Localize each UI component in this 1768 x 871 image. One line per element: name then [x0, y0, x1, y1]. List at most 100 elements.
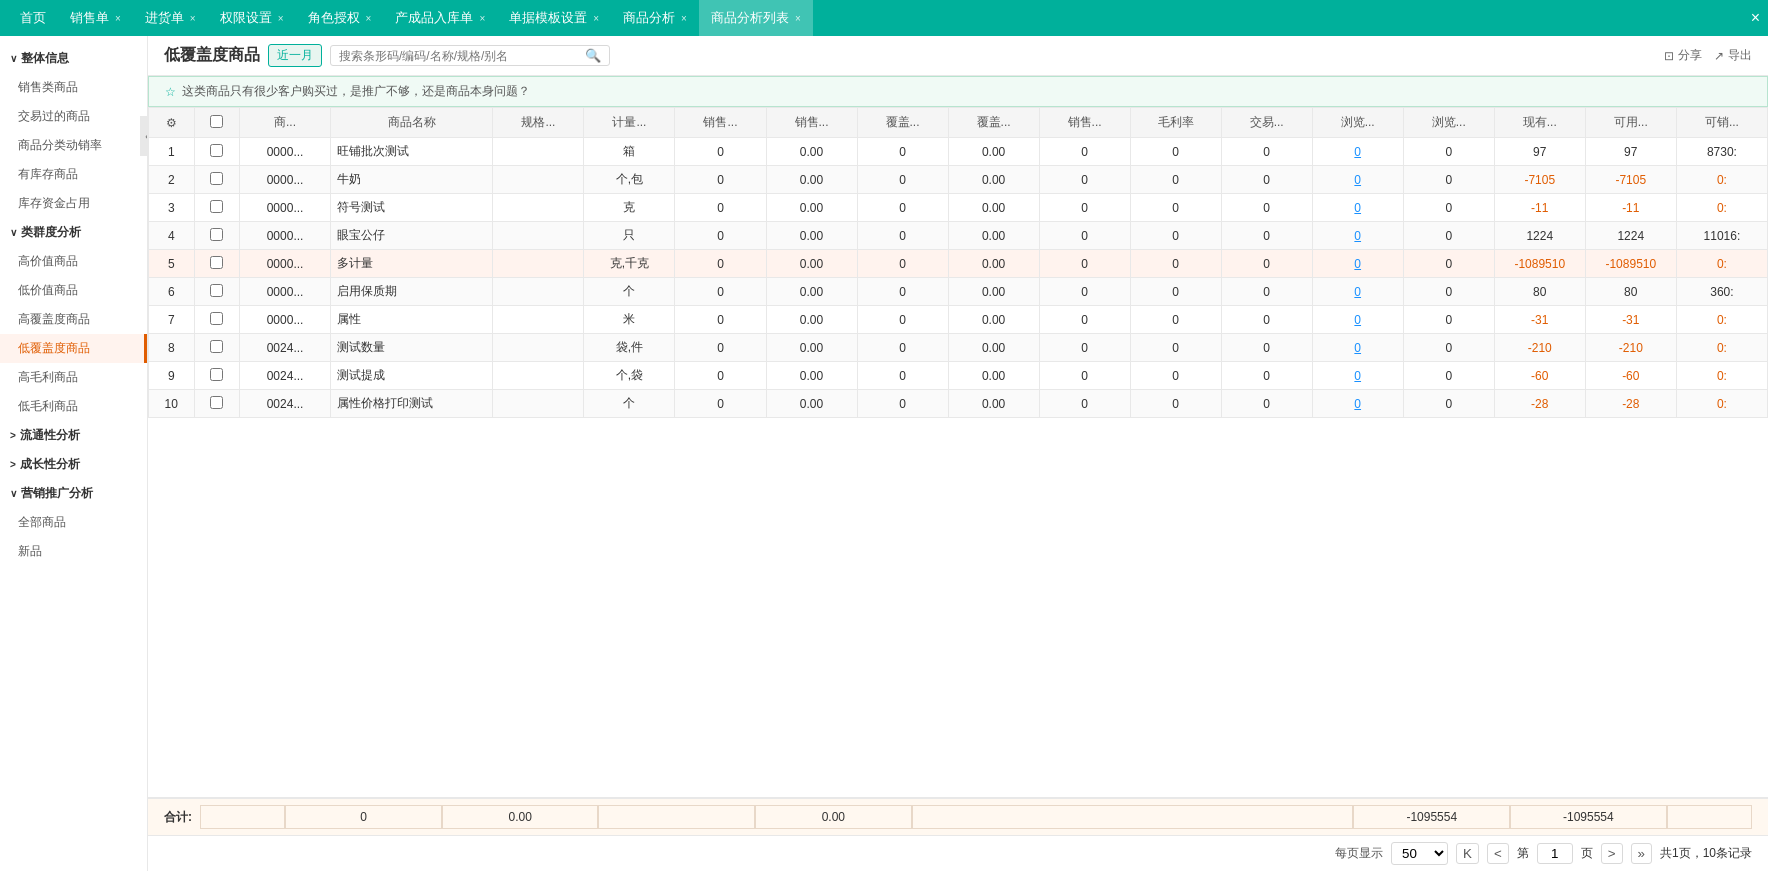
cell-trade: 0 — [1221, 138, 1312, 166]
cell-checkbox[interactable] — [194, 362, 240, 390]
cell-checkbox[interactable] — [194, 222, 240, 250]
cell-stock-now: -210 — [1494, 334, 1585, 362]
last-page-button[interactable]: » — [1631, 843, 1652, 864]
sidebar-collapse-button[interactable]: « — [140, 116, 148, 156]
sidebar-item-traded-products[interactable]: 交易过的商品 — [0, 102, 147, 131]
select-all-checkbox[interactable] — [210, 115, 223, 128]
close-icon[interactable]: × — [795, 13, 801, 24]
table-row: 1 0000... 旺铺批次测试 箱 0 0.00 0 0.00 0 0 0 0… — [149, 138, 1768, 166]
sidebar-item-sales-products[interactable]: 销售类商品 — [0, 73, 147, 102]
page-label: 第 — [1517, 845, 1529, 862]
sidebar-item-high-coverage[interactable]: 高覆盖度商品 — [0, 305, 147, 334]
cell-view1[interactable]: 0 — [1312, 222, 1403, 250]
cell-view1[interactable]: 0 — [1312, 250, 1403, 278]
th-settings[interactable]: ⚙ — [149, 108, 195, 138]
first-page-button[interactable]: K — [1456, 843, 1479, 864]
cell-sales-qty: 0 — [675, 278, 766, 306]
cell-checkbox[interactable] — [194, 390, 240, 418]
sidebar-item-high-margin[interactable]: 高毛利商品 — [0, 363, 147, 392]
close-icon[interactable]: × — [681, 13, 687, 24]
nav-tab-permissions[interactable]: 权限设置 × — [208, 0, 296, 36]
prev-page-button[interactable]: < — [1487, 843, 1509, 864]
sidebar-item-high-value[interactable]: 高价值商品 — [0, 247, 147, 276]
window-close-button[interactable]: × — [1751, 9, 1760, 27]
data-table-wrapper: ⚙ 商... 商品名称 规格... 计量... 销售... 销售... 覆盖..… — [148, 107, 1768, 797]
cell-unit: 个 — [584, 278, 675, 306]
cell-sales-qty: 0 — [675, 250, 766, 278]
cell-code: 0024... — [240, 334, 331, 362]
nav-tab-finished-goods[interactable]: 产成品入库单 × — [383, 0, 497, 36]
row-checkbox[interactable] — [210, 340, 223, 353]
sidebar-section-growth[interactable]: > 成长性分析 — [0, 450, 147, 479]
row-checkbox[interactable] — [210, 396, 223, 409]
cell-view1[interactable]: 0 — [1312, 362, 1403, 390]
cell-name: 测试提成 — [331, 362, 493, 390]
cell-view1[interactable]: 0 — [1312, 194, 1403, 222]
th-stock-sale: 可销... — [1676, 108, 1767, 138]
close-icon[interactable]: × — [366, 13, 372, 24]
row-checkbox[interactable] — [210, 256, 223, 269]
cell-view1[interactable]: 0 — [1312, 334, 1403, 362]
cell-cover1: 0 — [857, 334, 948, 362]
row-checkbox[interactable] — [210, 172, 223, 185]
share-button[interactable]: ⊡ 分享 — [1664, 47, 1702, 64]
nav-tab-product-analysis-list[interactable]: 商品分析列表 × — [699, 0, 813, 36]
next-page-button[interactable]: > — [1601, 843, 1623, 864]
row-checkbox[interactable] — [210, 200, 223, 213]
cell-view1[interactable]: 0 — [1312, 306, 1403, 334]
close-icon[interactable]: × — [479, 13, 485, 24]
cell-view1[interactable]: 0 — [1312, 278, 1403, 306]
cell-checkbox[interactable] — [194, 194, 240, 222]
cell-checkbox[interactable] — [194, 306, 240, 334]
cell-checkbox[interactable] — [194, 250, 240, 278]
cell-stock-avail: 80 — [1585, 278, 1676, 306]
close-icon[interactable]: × — [190, 13, 196, 24]
close-icon[interactable]: × — [278, 13, 284, 24]
close-icon[interactable]: × — [115, 13, 121, 24]
sidebar-section-liquidity[interactable]: > 流通性分析 — [0, 421, 147, 450]
sidebar-item-new-products[interactable]: 新品 — [0, 537, 147, 566]
data-table: ⚙ 商... 商品名称 规格... 计量... 销售... 销售... 覆盖..… — [148, 107, 1768, 418]
cell-checkbox[interactable] — [194, 138, 240, 166]
row-checkbox[interactable] — [210, 228, 223, 241]
sidebar-item-capital[interactable]: 库存资金占用 — [0, 189, 147, 218]
page-number-input[interactable] — [1537, 843, 1573, 864]
close-icon[interactable]: × — [593, 13, 599, 24]
nav-tab-template[interactable]: 单据模板设置 × — [497, 0, 611, 36]
nav-tab-sales[interactable]: 销售单 × — [58, 0, 133, 36]
nav-tab-product-analysis[interactable]: 商品分析 × — [611, 0, 699, 36]
cell-view1[interactable]: 0 — [1312, 138, 1403, 166]
nav-tab-roles[interactable]: 角色授权 × — [296, 0, 384, 36]
cell-sales-num: 0 — [1039, 222, 1130, 250]
sidebar-section-marketing[interactable]: ∨ 营销推广分析 — [0, 479, 147, 508]
cell-view1[interactable]: 0 — [1312, 390, 1403, 418]
sidebar-item-low-value[interactable]: 低价值商品 — [0, 276, 147, 305]
content-area: 低覆盖度商品 近一月 🔍 ⊡ 分享 ↗ 导出 ☆ 这类商品只有很少客户购买过，是… — [148, 36, 1768, 871]
cell-checkbox[interactable] — [194, 166, 240, 194]
sidebar-section-overall[interactable]: ∨ 整体信息 — [0, 44, 147, 73]
sidebar-item-all-products[interactable]: 全部商品 — [0, 508, 147, 537]
row-checkbox[interactable] — [210, 312, 223, 325]
cell-trade: 0 — [1221, 278, 1312, 306]
row-checkbox[interactable] — [210, 284, 223, 297]
sidebar-item-in-stock[interactable]: 有库存商品 — [0, 160, 147, 189]
footer-cover2: 0.00 — [755, 805, 912, 829]
cell-checkbox[interactable] — [194, 278, 240, 306]
nav-tab-home[interactable]: 首页 — [8, 0, 58, 36]
per-page-select[interactable]: 50 20 100 200 — [1391, 842, 1448, 865]
th-checkbox[interactable] — [194, 108, 240, 138]
row-checkbox[interactable] — [210, 144, 223, 157]
sidebar-item-low-margin[interactable]: 低毛利商品 — [0, 392, 147, 421]
sidebar-item-category-rate[interactable]: 商品分类动销率 — [0, 131, 147, 160]
row-checkbox[interactable] — [210, 368, 223, 381]
cell-checkbox[interactable] — [194, 334, 240, 362]
sidebar-section-cluster[interactable]: ∨ 类群度分析 — [0, 218, 147, 247]
period-button[interactable]: 近一月 — [268, 44, 322, 67]
export-button[interactable]: ↗ 导出 — [1714, 47, 1752, 64]
search-input[interactable] — [339, 49, 585, 63]
page-title: 低覆盖度商品 — [164, 45, 260, 66]
nav-tab-purchase[interactable]: 进货单 × — [133, 0, 208, 36]
cell-view1[interactable]: 0 — [1312, 166, 1403, 194]
search-box-container: 🔍 — [330, 45, 610, 66]
sidebar-item-low-coverage[interactable]: 低覆盖度商品 — [0, 334, 147, 363]
